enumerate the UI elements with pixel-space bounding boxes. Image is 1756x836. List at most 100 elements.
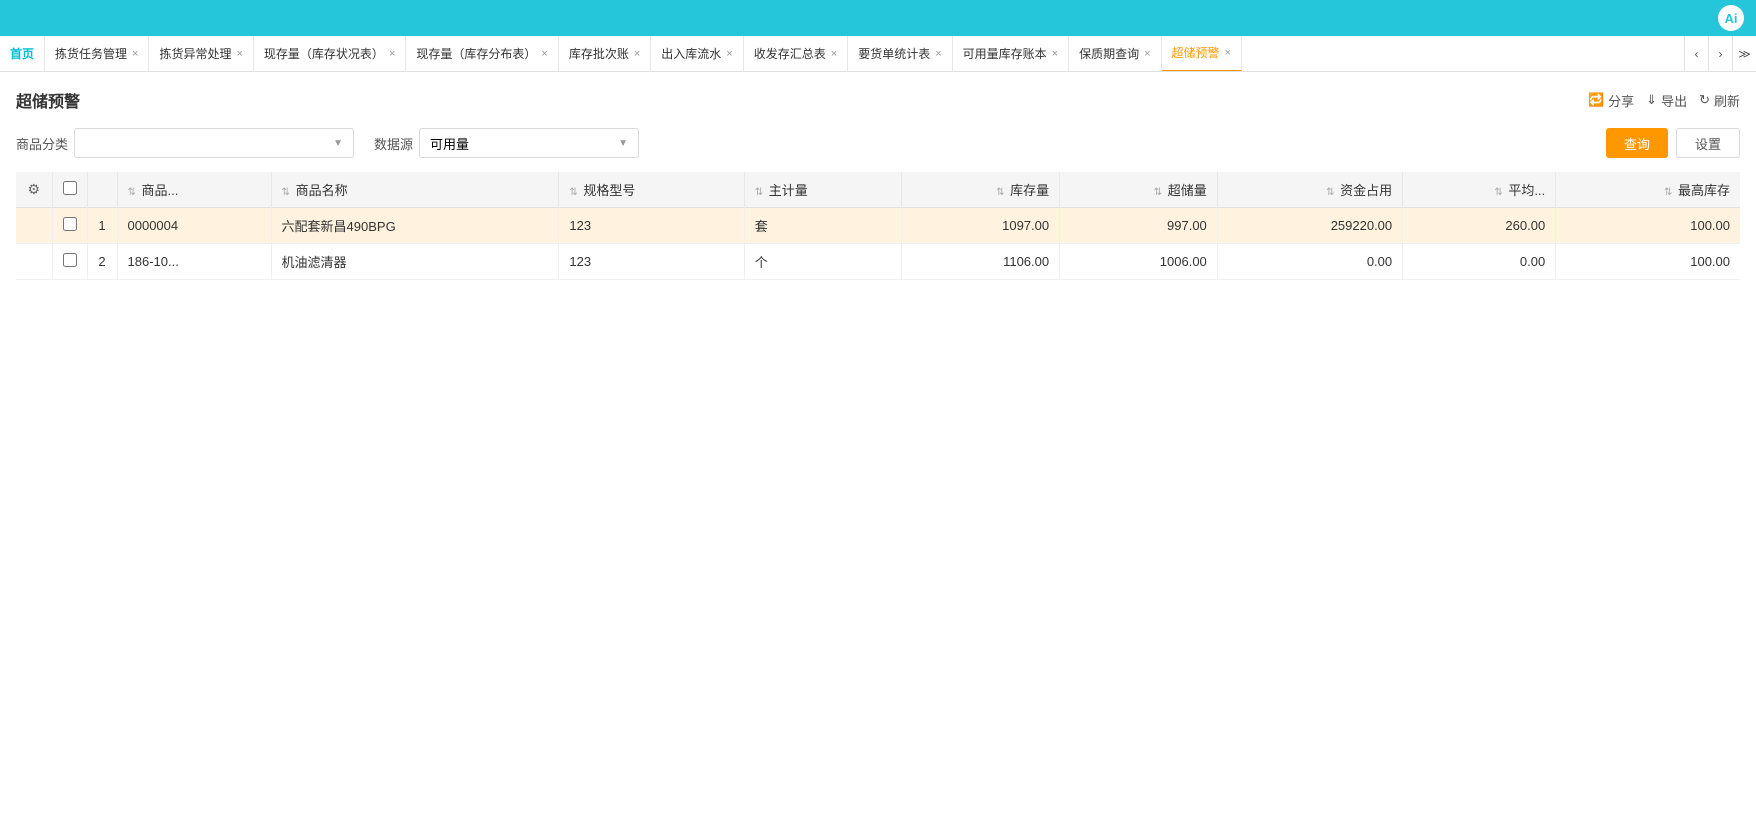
nav-tab-stock-status[interactable]: 现存量（库存状况表）× [254, 36, 406, 72]
nav-tab-stock-batch[interactable]: 库存批次账× [559, 36, 651, 72]
col-unit[interactable]: ⇅ 主计量 [744, 172, 902, 208]
cell-settings-empty [16, 208, 52, 244]
row-checkbox[interactable] [63, 253, 77, 267]
filter-section: 商品分类 ▼ 数据源 可用量 ▼ 查询 设置 [16, 128, 1740, 158]
cell-product-name: 六配套新昌490BPG [271, 208, 559, 244]
cell-spec: 123 [559, 244, 744, 280]
export-button[interactable]: ⇓ 导出 [1646, 91, 1687, 110]
col-spec[interactable]: ⇅ 规格型号 [559, 172, 744, 208]
cell-overstock-qty: 997.00 [1060, 208, 1218, 244]
col-max-stock[interactable]: ⇅ 最高库存 [1556, 172, 1740, 208]
nav-tabs-bar: 首页拣货任务管理×拣货异常处理×现存量（库存状况表）×现存量（库存分布表）×库存… [0, 36, 1756, 72]
col-stock-qty[interactable]: ⇅ 库存量 [902, 172, 1060, 208]
col-checkbox[interactable] [52, 172, 87, 208]
cell-row-num: 2 [87, 244, 117, 280]
close-tab-icon[interactable]: × [541, 48, 547, 60]
sort-icon: ⇅ [1154, 187, 1162, 198]
nav-prev-btn[interactable]: ‹ [1684, 36, 1708, 72]
table-row: 2186-10...机油滤清器123个1106.001006.000.000.0… [16, 244, 1740, 280]
query-button[interactable]: 查询 [1606, 128, 1668, 158]
cell-stock-qty: 1106.00 [902, 244, 1060, 280]
close-tab-icon[interactable]: × [634, 48, 640, 60]
close-tab-icon[interactable]: × [389, 48, 395, 60]
col-product-code[interactable]: ⇅ 商品... [117, 172, 271, 208]
content-area: 超储预警 🔁 分享 ⇓ 导出 ↻ 刷新 商品分类 ▼ 数据源 [0, 72, 1756, 836]
export-icon: ⇓ [1646, 92, 1657, 108]
cell-capital: 259220.00 [1217, 208, 1402, 244]
category-dropdown-icon: ▼ [333, 138, 343, 149]
datasource-dropdown-icon: ▼ [618, 138, 628, 149]
page-title: 超储预警 [16, 88, 80, 112]
cell-checkbox[interactable] [52, 244, 87, 280]
sort-icon: ⇅ [282, 187, 290, 198]
datasource-filter: 数据源 可用量 ▼ [374, 128, 639, 158]
col-avg[interactable]: ⇅ 平均... [1403, 172, 1556, 208]
top-header-bar: Ai [0, 0, 1756, 36]
close-tab-icon[interactable]: × [236, 48, 242, 60]
nav-tab-order-stats[interactable]: 要货单统计表× [848, 36, 952, 72]
col-row-num [87, 172, 117, 208]
nav-tab-overstock-alert[interactable]: 超储预警× [1162, 36, 1242, 72]
cell-product-code: 186-10... [117, 244, 271, 280]
filter-buttons: 查询 设置 [1606, 128, 1740, 158]
close-tab-icon[interactable]: × [726, 48, 732, 60]
cell-stock-qty: 1097.00 [902, 208, 1060, 244]
col-capital[interactable]: ⇅ 资金占用 [1217, 172, 1402, 208]
nav-tab-home[interactable]: 首页 [0, 36, 45, 72]
nav-tab-stock-dist[interactable]: 现存量（库存分布表）× [406, 36, 558, 72]
datasource-select[interactable]: 可用量 ▼ [419, 128, 639, 158]
refresh-icon: ↻ [1699, 92, 1710, 108]
category-label: 商品分类 [16, 134, 68, 153]
col-overstock-qty[interactable]: ⇅ 超储量 [1060, 172, 1218, 208]
settings-button[interactable]: 设置 [1676, 128, 1740, 158]
sort-icon: ⇅ [569, 187, 577, 198]
close-tab-icon[interactable]: × [132, 48, 138, 60]
cell-row-num: 1 [87, 208, 117, 244]
nav-expand-btn[interactable]: ≫ [1732, 36, 1756, 72]
close-tab-icon[interactable]: × [831, 48, 837, 60]
cell-unit: 套 [744, 208, 902, 244]
sort-icon: ⇅ [755, 187, 763, 198]
page-header: 超储预警 🔁 分享 ⇓ 导出 ↻ 刷新 [16, 88, 1740, 112]
table-header-row: ⚙ ⇅ 商品... ⇅ 商品名称 ⇅ 规格型号 [16, 172, 1740, 208]
col-settings[interactable]: ⚙ [16, 172, 52, 208]
datasource-select-value: 可用量 [430, 134, 469, 153]
nav-tab-quality-check[interactable]: 保质期查询× [1069, 36, 1161, 72]
nav-tab-available-stock[interactable]: 可用量库存账本× [953, 36, 1069, 72]
select-all-checkbox[interactable] [63, 181, 77, 195]
category-select[interactable]: ▼ [74, 128, 354, 158]
cell-max-stock: 100.00 [1556, 208, 1740, 244]
gear-icon[interactable]: ⚙ [27, 181, 40, 197]
share-button[interactable]: 🔁 分享 [1588, 91, 1634, 110]
nav-tab-collect-total[interactable]: 收发存汇总表× [744, 36, 848, 72]
data-table: ⚙ ⇅ 商品... ⇅ 商品名称 ⇅ 规格型号 [16, 172, 1740, 280]
nav-tab-in-out-flow[interactable]: 出入库流水× [651, 36, 743, 72]
cell-spec: 123 [559, 208, 744, 244]
cell-capital: 0.00 [1217, 244, 1402, 280]
nav-tab-abnormal[interactable]: 拣货异常处理× [149, 36, 253, 72]
sort-icon: ⇅ [996, 187, 1004, 198]
col-product-name[interactable]: ⇅ 商品名称 [271, 172, 559, 208]
user-area: Ai [1718, 5, 1744, 31]
cell-checkbox[interactable] [52, 208, 87, 244]
close-tab-icon[interactable]: × [1225, 47, 1231, 59]
cell-product-code: 0000004 [117, 208, 271, 244]
cell-avg: 260.00 [1403, 208, 1556, 244]
close-tab-icon[interactable]: × [1144, 48, 1150, 60]
cell-product-name: 机油滤清器 [271, 244, 559, 280]
cell-avg: 0.00 [1403, 244, 1556, 280]
refresh-button[interactable]: ↻ 刷新 [1699, 91, 1740, 110]
nav-arrows: ‹ › ≫ [1684, 36, 1756, 72]
close-tab-icon[interactable]: × [1052, 48, 1058, 60]
sort-icon: ⇅ [1664, 187, 1672, 198]
header-actions: 🔁 分享 ⇓ 导出 ↻ 刷新 [1588, 91, 1740, 110]
nav-next-btn[interactable]: › [1708, 36, 1732, 72]
row-checkbox[interactable] [63, 217, 77, 231]
share-icon: 🔁 [1588, 92, 1604, 108]
nav-tab-task-mgmt[interactable]: 拣货任务管理× [45, 36, 149, 72]
close-tab-icon[interactable]: × [935, 48, 941, 60]
avatar: Ai [1718, 5, 1744, 31]
sort-icon: ⇅ [128, 187, 136, 198]
cell-overstock-qty: 1006.00 [1060, 244, 1218, 280]
sort-icon: ⇅ [1326, 187, 1334, 198]
